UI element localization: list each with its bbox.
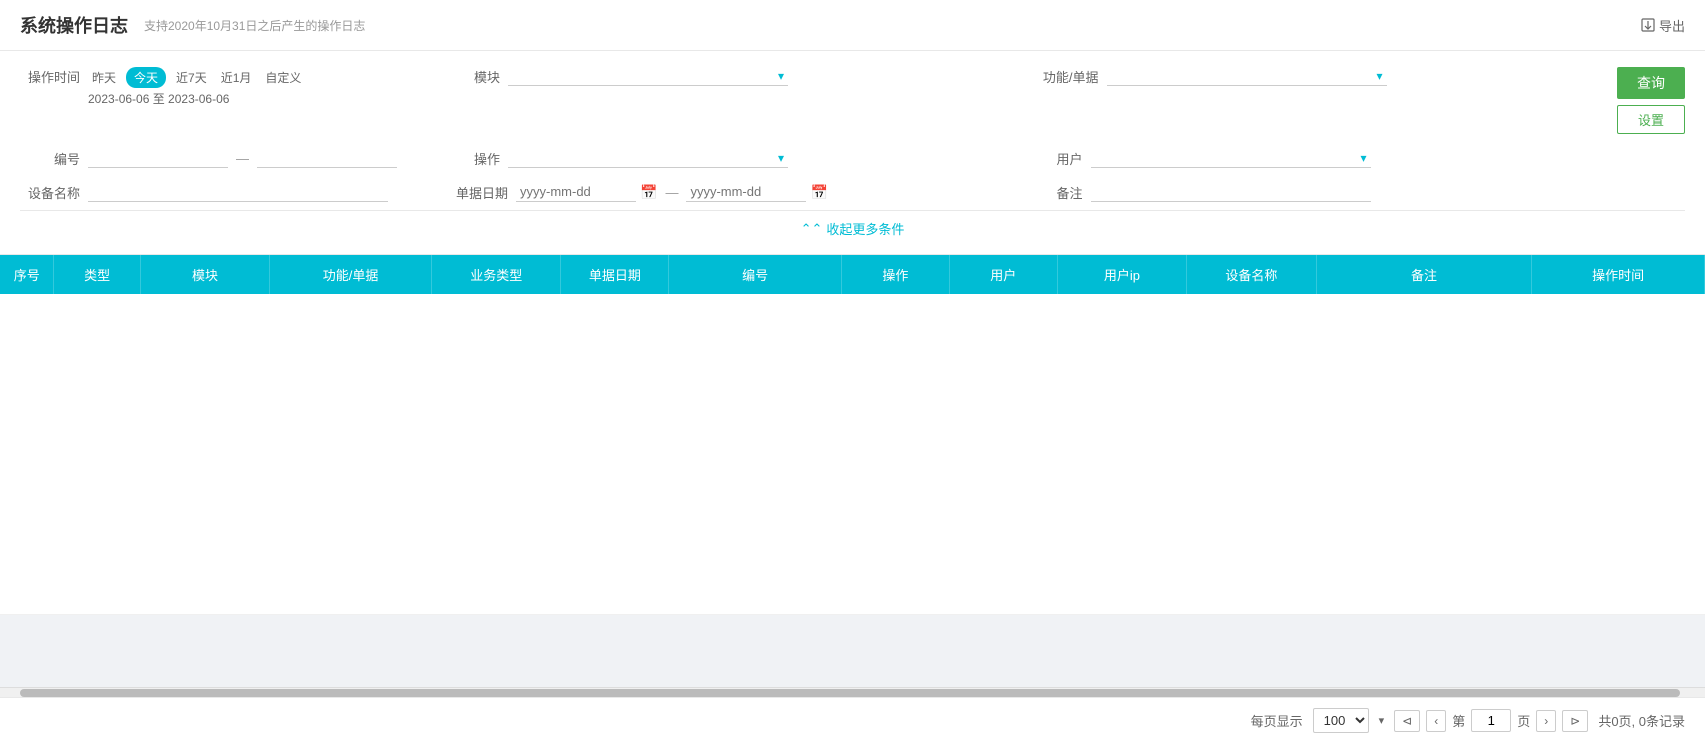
col-biz-type: 业务类型 bbox=[432, 255, 561, 294]
collapse-label: 收起更多条件 bbox=[826, 219, 904, 238]
feature-select[interactable]: ▾ bbox=[1107, 67, 1387, 86]
time-btn-7days[interactable]: 近7天 bbox=[172, 67, 211, 88]
module-select[interactable]: ▾ bbox=[508, 67, 788, 86]
total-records-label: 共0页, 0条记录 bbox=[1598, 711, 1685, 730]
export-icon bbox=[1641, 18, 1655, 32]
page-title: 系统操作日志 bbox=[20, 12, 128, 38]
time-options: 昨天 今天 近7天 近1月 自定义 bbox=[88, 67, 305, 88]
collapse-content: ⌃⌃ 收起更多条件 bbox=[801, 219, 905, 238]
date-end-input[interactable] bbox=[686, 182, 806, 202]
col-feature: 功能/单据 bbox=[270, 255, 432, 294]
table-footer: 每页显示 100 10 20 50 200 ▾ ⊲ ‹ 第 页 › ⊳ 共0页,… bbox=[0, 697, 1705, 743]
empty-row bbox=[0, 294, 1705, 614]
user-select[interactable]: ▾ bbox=[1091, 149, 1371, 168]
operation-time-group: 操作时间 昨天 今天 近7天 近1月 自定义 2023-06-06 至 2023… bbox=[20, 67, 440, 107]
page-label: 第 bbox=[1452, 711, 1465, 730]
page-wrapper: 系统操作日志 支持2020年10月31日之后产生的操作日志 导出 操作时间 昨天… bbox=[0, 0, 1705, 743]
col-index: 序号 bbox=[0, 255, 54, 294]
time-btn-1month[interactable]: 近1月 bbox=[217, 67, 256, 88]
first-page-button[interactable]: ⊲ bbox=[1394, 710, 1420, 732]
next-page-button[interactable]: › bbox=[1536, 710, 1556, 732]
col-number: 编号 bbox=[669, 255, 842, 294]
action-buttons: 查询 设置 bbox=[1617, 67, 1685, 134]
time-btn-yesterday[interactable]: 昨天 bbox=[88, 67, 120, 88]
filter-area: 操作时间 昨天 今天 近7天 近1月 自定义 2023-06-06 至 2023… bbox=[0, 51, 1705, 255]
device-group: 设备名称 bbox=[20, 182, 440, 202]
time-btn-custom[interactable]: 自定义 bbox=[261, 67, 305, 88]
page-header: 系统操作日志 支持2020年10月31日之后产生的操作日志 导出 bbox=[0, 0, 1705, 51]
time-btn-today[interactable]: 今天 bbox=[126, 67, 166, 88]
col-doc-date: 单据日期 bbox=[561, 255, 669, 294]
table-body bbox=[0, 294, 1705, 614]
feature-chevron-icon: ▾ bbox=[1376, 69, 1382, 83]
page-unit: 页 bbox=[1517, 711, 1530, 730]
number-start-input[interactable] bbox=[88, 148, 228, 168]
table-header-row: 序号 类型 模块 功能/单据 业务类型 单据日期 编号 操作 用户 用户ip 设… bbox=[0, 255, 1705, 294]
horizontal-scrollbar[interactable] bbox=[0, 687, 1705, 697]
module-chevron-icon: ▾ bbox=[778, 69, 784, 83]
doc-date-label: 单据日期 bbox=[440, 183, 508, 202]
feature-label: 功能/单据 bbox=[1019, 67, 1099, 86]
operation-group: 操作 ▾ bbox=[440, 149, 1003, 168]
operation-label: 操作 bbox=[440, 149, 500, 168]
query-button[interactable]: 查询 bbox=[1617, 67, 1685, 99]
time-range-display: 2023-06-06 至 2023-06-06 bbox=[88, 90, 305, 107]
last-page-button[interactable]: ⊳ bbox=[1562, 710, 1588, 732]
date-dash: — bbox=[665, 185, 678, 200]
pagination: ⊲ ‹ 第 页 › ⊳ bbox=[1394, 709, 1588, 732]
time-picker: 昨天 今天 近7天 近1月 自定义 2023-06-06 至 2023-06-0… bbox=[88, 67, 305, 107]
chevron-down-icon: ▾ bbox=[1379, 714, 1385, 727]
doc-date-group: 单据日期 📅 — 📅 bbox=[440, 182, 1003, 202]
module-group: 模块 ▾ bbox=[440, 67, 1019, 86]
remark-input[interactable] bbox=[1091, 182, 1371, 202]
number-dash: — bbox=[236, 151, 249, 166]
col-module: 模块 bbox=[140, 255, 269, 294]
device-input[interactable] bbox=[88, 182, 388, 202]
table-wrapper: 序号 类型 模块 功能/单据 业务类型 单据日期 编号 操作 用户 用户ip 设… bbox=[0, 255, 1705, 687]
prev-page-button[interactable]: ‹ bbox=[1426, 710, 1446, 732]
col-remark: 备注 bbox=[1316, 255, 1532, 294]
per-page-label: 每页显示 bbox=[1251, 711, 1303, 730]
calendar-end-icon[interactable]: 📅 bbox=[810, 184, 827, 201]
operation-select[interactable]: ▾ bbox=[508, 149, 788, 168]
header-left: 系统操作日志 支持2020年10月31日之后产生的操作日志 bbox=[20, 12, 365, 38]
collapse-row[interactable]: ⌃⌃ 收起更多条件 bbox=[20, 210, 1685, 246]
data-table: 序号 类型 模块 功能/单据 业务类型 单据日期 编号 操作 用户 用户ip 设… bbox=[0, 255, 1705, 615]
col-op-time: 操作时间 bbox=[1532, 255, 1705, 294]
col-user-ip: 用户ip bbox=[1057, 255, 1186, 294]
user-group: 用户 ▾ bbox=[1003, 149, 1566, 168]
user-chevron-icon: ▾ bbox=[1360, 151, 1366, 165]
number-label: 编号 bbox=[20, 149, 80, 168]
col-operation: 操作 bbox=[841, 255, 949, 294]
number-group: 编号 — bbox=[20, 148, 440, 168]
date-start-group: 📅 bbox=[516, 182, 657, 202]
date-end-group: 📅 bbox=[686, 182, 827, 202]
feature-group: 功能/单据 ▾ bbox=[1019, 67, 1598, 86]
operation-chevron-icon: ▾ bbox=[778, 151, 784, 165]
collapse-chevron-icon: ⌃⌃ bbox=[801, 221, 823, 237]
empty-cell bbox=[0, 294, 1705, 614]
device-label: 设备名称 bbox=[20, 183, 80, 202]
scrollbar-thumb[interactable] bbox=[20, 689, 1680, 697]
module-label: 模块 bbox=[440, 67, 500, 86]
page-number-input[interactable] bbox=[1471, 709, 1511, 732]
user-label: 用户 bbox=[1003, 149, 1083, 168]
remark-group: 备注 bbox=[1003, 182, 1566, 202]
remark-label: 备注 bbox=[1003, 183, 1083, 202]
col-device: 设备名称 bbox=[1187, 255, 1316, 294]
table-header: 序号 类型 模块 功能/单据 业务类型 单据日期 编号 操作 用户 用户ip 设… bbox=[0, 255, 1705, 294]
calendar-start-icon[interactable]: 📅 bbox=[640, 184, 657, 201]
settings-button[interactable]: 设置 bbox=[1617, 105, 1685, 134]
header-subtitle: 支持2020年10月31日之后产生的操作日志 bbox=[144, 17, 365, 34]
export-button[interactable]: 导出 bbox=[1641, 16, 1685, 35]
col-user: 用户 bbox=[949, 255, 1057, 294]
date-start-input[interactable] bbox=[516, 182, 636, 202]
per-page-select[interactable]: 100 10 20 50 200 bbox=[1313, 708, 1369, 733]
col-type: 类型 bbox=[54, 255, 140, 294]
number-end-input[interactable] bbox=[257, 148, 397, 168]
operation-time-label: 操作时间 bbox=[20, 67, 80, 86]
